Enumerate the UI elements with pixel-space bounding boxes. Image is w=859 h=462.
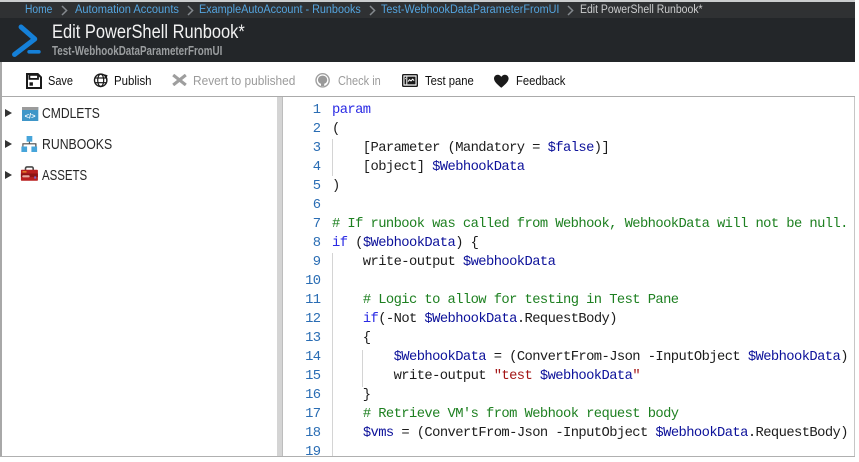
svg-text:</>: </> [25, 111, 36, 120]
